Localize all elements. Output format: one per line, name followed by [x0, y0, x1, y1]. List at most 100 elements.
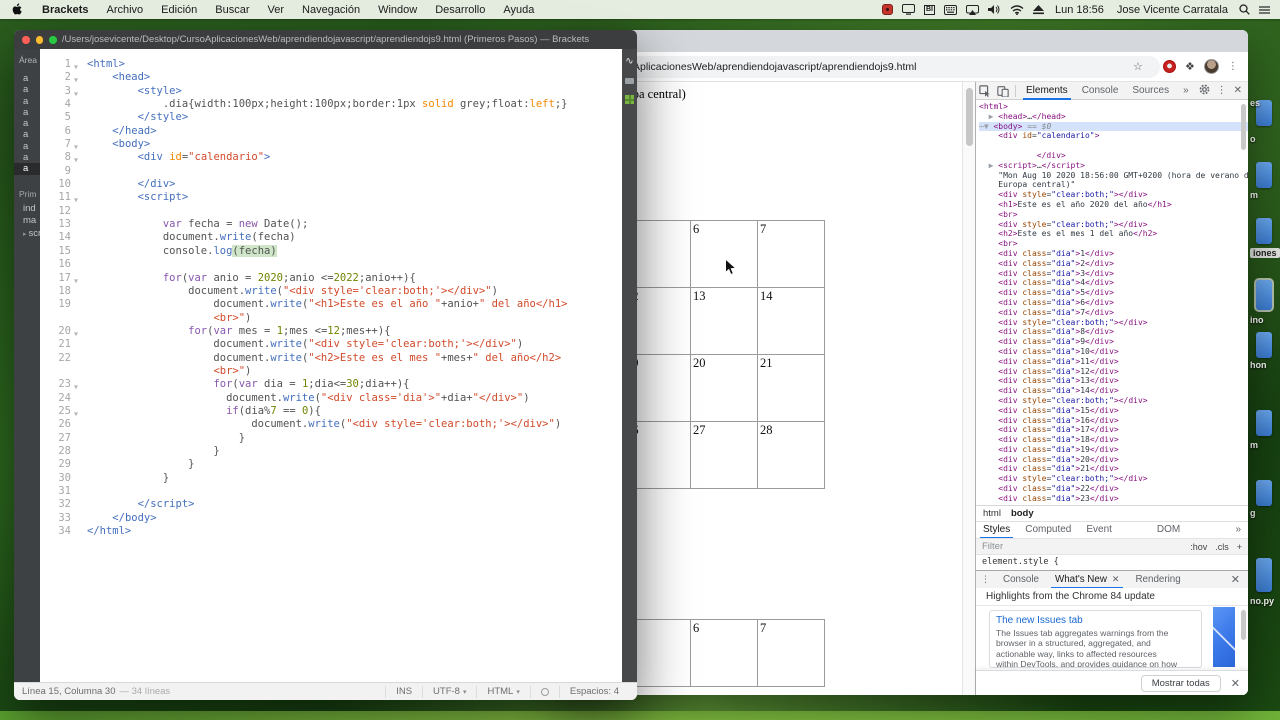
dom-tree-node[interactable]: <div class="dia">22</div>	[979, 484, 1248, 494]
tab-styles[interactable]: Styles	[976, 521, 1017, 539]
devtools-tab-elements[interactable]: Elements	[1019, 82, 1075, 100]
dom-tree-node[interactable]: <div class="dia">13</div>	[979, 376, 1248, 386]
code-line[interactable]: 34 </html>	[40, 525, 622, 538]
code-line[interactable]: 25 ▼ if(dia%7 == 0){	[40, 405, 622, 418]
menu-item-edición[interactable]: Edición	[152, 4, 206, 16]
code-line[interactable]: 24 document.write("<div class='dia'>"+di…	[40, 392, 622, 405]
code-line[interactable]: 10 </div>	[40, 178, 622, 191]
code-line[interactable]: 29 }	[40, 458, 622, 471]
dom-tree-node[interactable]: <div class="dia">17</div>	[979, 425, 1248, 435]
dom-tree-node[interactable]: <div class="dia">10</div>	[979, 347, 1248, 357]
project-tree-item[interactable]: ma	[14, 215, 40, 228]
dom-tree-node[interactable]: <div class="dia">16</div>	[979, 416, 1248, 426]
dom-tree-node[interactable]: <div class="dia">18</div>	[979, 435, 1248, 445]
dom-tree-node[interactable]: <div class="dia">7</div>	[979, 308, 1248, 318]
lint-status-icon[interactable]	[529, 685, 559, 698]
working-file-item[interactable]: a	[14, 73, 40, 84]
wifi-icon[interactable]	[1010, 4, 1024, 15]
code-line[interactable]: 4 .dia{width:100px;height:100px;border:1…	[40, 98, 622, 111]
minimize-window-button[interactable]	[35, 36, 43, 44]
dom-tree-node[interactable]: <div style="clear:both;"></div>	[979, 318, 1248, 328]
code-line[interactable]: 15 console.log(fecha)	[40, 244, 622, 258]
desktop-file-icon[interactable]	[1256, 332, 1272, 358]
dom-tree-node[interactable]: <html>	[979, 102, 1248, 112]
extension-manager-icon[interactable]	[625, 78, 634, 84]
menu-item-desarrollo[interactable]: Desarrollo	[426, 4, 494, 16]
drawer-tab-rendering[interactable]: Rendering	[1127, 571, 1188, 589]
code-line[interactable]: 32 </script>	[40, 498, 622, 511]
drawer-tab-console[interactable]: Console	[995, 571, 1047, 589]
indent-setting[interactable]: Espacios: 4	[558, 685, 629, 698]
code-line[interactable]: 33 </body>	[40, 512, 622, 525]
code-editor[interactable]: 1 ▼ <html> 2 ▼ <head> 3 ▼ <style> 4 .dia{width:…	[40, 49, 622, 682]
working-file-item[interactable]: a	[14, 152, 40, 163]
dom-tree-node[interactable]: <div style="clear:both;"></div>	[979, 396, 1248, 406]
code-line[interactable]: 14 document.write(fecha)	[40, 231, 622, 244]
chrome-profile-avatar[interactable]	[1203, 59, 1219, 74]
chrome-menu-icon[interactable]: ⋮	[1228, 61, 1238, 72]
dom-tree-node[interactable]: <div class="dia">5</div>	[979, 288, 1248, 298]
working-file-item[interactable]: a	[14, 84, 40, 95]
menu-item-ayuda[interactable]: Ayuda	[494, 4, 543, 16]
spotlight-search-icon[interactable]	[1239, 4, 1250, 15]
dom-tree-node[interactable]: <h1>Este es el año 2020 del año</h1>	[979, 200, 1248, 210]
devtools-tab-sources[interactable]: Sources	[1125, 82, 1176, 100]
desktop-file-icon[interactable]	[1256, 218, 1272, 244]
code-line[interactable]: <br>")	[40, 312, 622, 325]
close-whats-new-icon[interactable]: ✕	[1112, 571, 1120, 588]
working-file-item[interactable]: a	[14, 118, 40, 129]
dom-tree-node[interactable]: <div class="dia">15</div>	[979, 406, 1248, 416]
code-line[interactable]: 31	[40, 485, 622, 498]
devtools-tabs-overflow[interactable]: »	[1176, 82, 1196, 100]
breadcrumb-body[interactable]: body	[1011, 508, 1034, 519]
dom-tree-node[interactable]: <div class="dia">19</div>	[979, 445, 1248, 455]
hov-toggle[interactable]: :hov	[1190, 542, 1207, 552]
drawer-close-icon[interactable]: ✕	[1231, 573, 1248, 586]
gift-update-icon[interactable]	[625, 95, 634, 104]
code-line[interactable]: 13 var fecha = new Date();	[40, 218, 622, 231]
code-line[interactable]: <br>")	[40, 365, 622, 378]
dom-tree-node[interactable]: <div class="dia">1</div>	[979, 249, 1248, 259]
code-line[interactable]: 12	[40, 205, 622, 218]
dom-tree-node[interactable]: "Mon Aug 10 2020 18:56:00 GMT+0200 (hora…	[979, 171, 1248, 181]
menu-item-navegación[interactable]: Navegación	[293, 4, 369, 16]
code-line[interactable]: 7 ▼ <body>	[40, 138, 622, 151]
menu-item-archivo[interactable]: Archivo	[97, 4, 152, 16]
apple-menu-icon[interactable]	[12, 3, 23, 16]
code-line[interactable]: 6 </head>	[40, 125, 622, 138]
working-file-item[interactable]: a	[14, 96, 40, 107]
code-line[interactable]: 2 ▼ <head>	[40, 71, 622, 84]
tab-dom-breakpoints[interactable]: DOM Breakpoints	[1150, 521, 1228, 552]
desktop-file-icon[interactable]	[1256, 410, 1272, 436]
page-scrollbar[interactable]	[962, 82, 975, 695]
dom-tree-node[interactable]: <div style="clear:both;"></div>	[979, 220, 1248, 230]
tab-event-listeners[interactable]: Event Listeners	[1079, 521, 1149, 552]
dom-tree-node[interactable]: <div class="dia">20</div>	[979, 455, 1248, 465]
chrome-tab-strip[interactable]	[555, 30, 1248, 52]
menu-bar-clock[interactable]: Lun 18:56	[1053, 4, 1106, 16]
keyboard-icon[interactable]	[943, 4, 957, 15]
eject-icon[interactable]	[1032, 4, 1044, 15]
code-line[interactable]: 17 ▼ for(var anio = 2020;anio <=2022;anio…	[40, 272, 622, 285]
devtools-settings-gear-icon[interactable]	[1199, 84, 1210, 98]
dom-tree-node[interactable]: <div class="dia">3</div>	[979, 269, 1248, 279]
inspect-element-icon[interactable]	[979, 84, 991, 97]
devtools-tab-console[interactable]: Console	[1075, 82, 1126, 100]
styles-filter-input[interactable]: Filter	[982, 541, 1003, 552]
insert-mode-indicator[interactable]: INS	[385, 685, 422, 698]
dom-tree-node[interactable]: <div class="dia">21</div>	[979, 464, 1248, 474]
code-line[interactable]: 3 ▼ <style>	[40, 85, 622, 98]
working-file-item[interactable]: a	[14, 141, 40, 152]
code-line[interactable]: 20 ▼ for(var mes = 1;mes <=12;mes++){	[40, 325, 622, 338]
dom-tree-node[interactable]: <div style="clear:both;"></div>	[979, 190, 1248, 200]
code-line[interactable]: 28 }	[40, 445, 622, 458]
menu-bar-user[interactable]: Jose Vicente Carratala	[1115, 4, 1230, 16]
dom-tree-node[interactable]: <div id="calendario">	[979, 131, 1248, 141]
whats-new-card[interactable]: The new Issues tab The Issues tab aggreg…	[989, 610, 1202, 668]
drawer-scrollbar-thumb[interactable]	[1241, 610, 1246, 640]
dom-tree-node[interactable]: <div class="dia">9</div>	[979, 337, 1248, 347]
footer-close-icon[interactable]: ✕	[1231, 677, 1240, 690]
language-mode-selector[interactable]: HTML ▾	[476, 685, 529, 698]
display-icon[interactable]	[901, 4, 915, 15]
styles-tabs-overflow[interactable]: »	[1228, 521, 1248, 539]
